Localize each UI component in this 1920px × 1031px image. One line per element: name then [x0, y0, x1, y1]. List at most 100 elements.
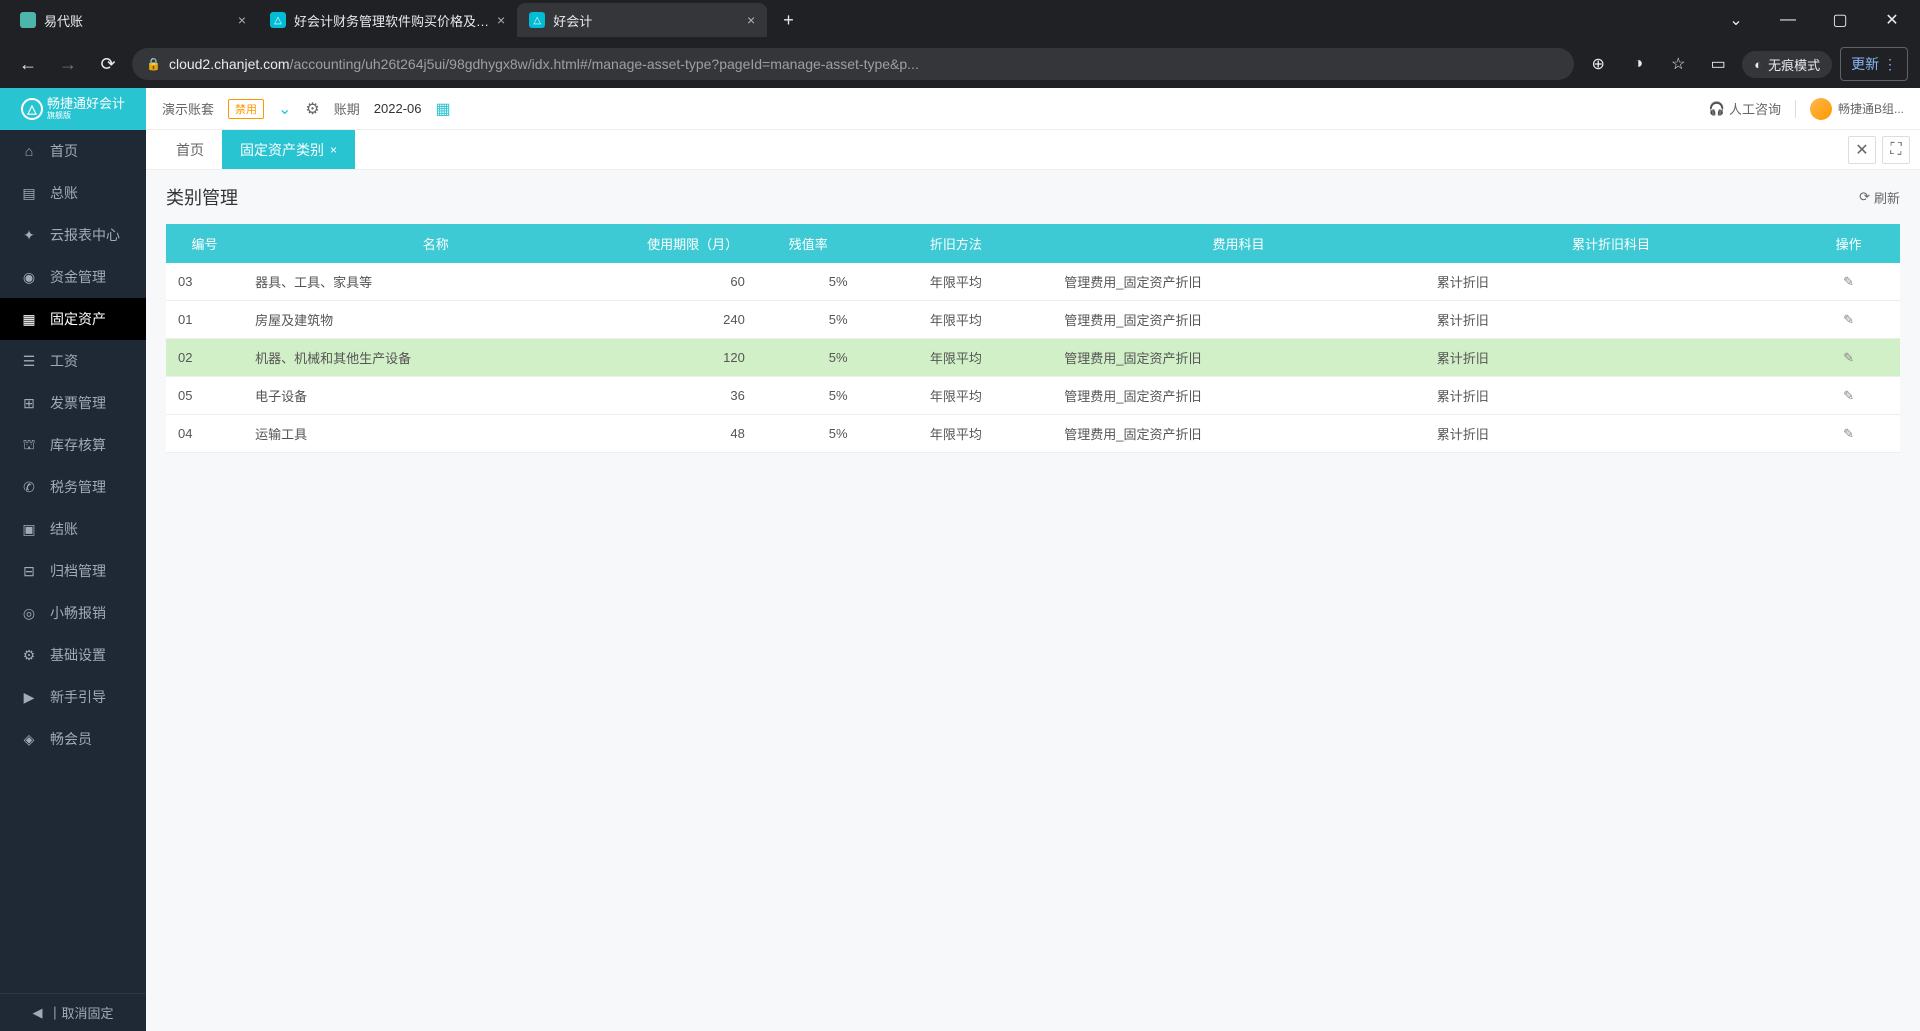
browser-tab-2[interactable]: △ 好会计 × — [517, 3, 767, 37]
sidebar-item-inventory[interactable]: ⛫库存核算 — [0, 424, 146, 466]
headset-icon: 🎧 — [1709, 101, 1725, 117]
refresh-button[interactable]: ⟳ 刷新 — [1859, 188, 1900, 207]
url-text: cloud2.chanjet.com/accounting/uh26t264j5… — [169, 56, 1560, 72]
th-method[interactable]: 折旧方法 — [860, 224, 1053, 263]
back-button[interactable]: ← — [12, 48, 44, 80]
cell-method: 年限平均 — [860, 415, 1053, 453]
browser-tab-0[interactable]: 易代账 × — [8, 3, 258, 37]
sidebar-item-salary[interactable]: ☰工资 — [0, 340, 146, 382]
tab-title: 易代账 — [44, 11, 230, 30]
th-rate[interactable]: 残值率 — [757, 224, 860, 263]
url-input[interactable]: 🔒 cloud2.chanjet.com/accounting/uh26t264… — [132, 48, 1574, 80]
close-all-tabs-button[interactable]: ✕ — [1848, 136, 1876, 164]
table-row[interactable]: 05 电子设备 36 5% 年限平均 管理费用_固定资产折旧 累计折旧 ✎ — [166, 377, 1900, 415]
edit-icon[interactable]: ✎ — [1843, 388, 1854, 403]
cell-method: 年限平均 — [860, 301, 1053, 339]
sidebar-item-close[interactable]: ▣结账 — [0, 508, 146, 550]
tab-favicon-icon: △ — [529, 12, 545, 28]
close-icon[interactable]: ✕ — [1868, 0, 1916, 40]
th-months[interactable]: 使用期限（月） — [628, 224, 756, 263]
content-tabs: 首页 固定资产类别 × ✕ ⛶ — [146, 130, 1920, 170]
cell-expense: 管理费用_固定资产折旧 — [1052, 377, 1424, 415]
tab-close-icon[interactable]: × — [497, 12, 505, 28]
cell-months: 60 — [628, 263, 756, 301]
invoice-icon: ⊞ — [20, 394, 38, 412]
th-expense[interactable]: 费用科目 — [1052, 224, 1424, 263]
sidebar-item-reports[interactable]: ✦云报表中心 — [0, 214, 146, 256]
browser-tab-1[interactable]: △ 好会计财务管理软件购买价格及… × — [258, 3, 517, 37]
th-name[interactable]: 名称 — [243, 224, 628, 263]
brand-icon: △ — [21, 98, 43, 120]
table-row[interactable]: 01 房屋及建筑物 240 5% 年限平均 管理费用_固定资产折旧 累计折旧 ✎ — [166, 301, 1900, 339]
incognito-icon: ◐ — [1754, 57, 1762, 72]
sidebar-item-invoice[interactable]: ⊞发票管理 — [0, 382, 146, 424]
cell-name: 房屋及建筑物 — [243, 301, 628, 339]
th-action[interactable]: 操作 — [1797, 224, 1900, 263]
tab-close-icon[interactable]: × — [747, 12, 755, 28]
page-title: 类别管理 — [166, 184, 238, 210]
calendar-icon[interactable]: ▦ — [436, 99, 451, 119]
pin-icon: ◀⎹ — [32, 1005, 55, 1021]
cell-code: 02 — [166, 339, 243, 377]
zoom-icon[interactable]: ⊕ — [1582, 48, 1614, 80]
account-dropdown[interactable]: ⌄ — [278, 99, 291, 119]
extensions-icon[interactable]: ◑ — [1622, 48, 1654, 80]
user-menu[interactable]: 畅捷通B组... — [1810, 98, 1904, 120]
sidebar-item-fixed-assets[interactable]: ▦固定资产 — [0, 298, 146, 340]
sidebar-item-funds[interactable]: ◉资金管理 — [0, 256, 146, 298]
cell-code: 04 — [166, 415, 243, 453]
edit-icon[interactable]: ✎ — [1843, 274, 1854, 289]
period-value[interactable]: 2022-06 — [374, 101, 422, 116]
cell-action: ✎ — [1797, 263, 1900, 301]
tab-close-icon[interactable]: × — [238, 12, 246, 28]
update-button[interactable]: 更新 ⋮ — [1840, 47, 1908, 81]
new-tab-button[interactable]: + — [775, 6, 802, 35]
cell-accum: 累计折旧 — [1425, 415, 1797, 453]
consult-button[interactable]: 🎧 人工咨询 — [1709, 99, 1781, 118]
sidebar: △ 畅捷通好会计 旗舰版 ⌂首页 ▤总账 ✦云报表中心 ◉资金管理 ▦固定资产 … — [0, 88, 146, 1031]
table-row[interactable]: 02 机器、机械和其他生产设备 120 5% 年限平均 管理费用_固定资产折旧 … — [166, 339, 1900, 377]
account-name[interactable]: 演示账套 — [162, 99, 214, 118]
sidebar-item-settings[interactable]: ⚙基础设置 — [0, 634, 146, 676]
edit-icon[interactable]: ✎ — [1843, 350, 1854, 365]
reload-button[interactable]: ⟳ — [92, 48, 124, 80]
reading-list-icon[interactable]: ▭ — [1702, 48, 1734, 80]
bookmark-icon[interactable]: ☆ — [1662, 48, 1694, 80]
th-code[interactable]: 编号 — [166, 224, 243, 263]
tab-close-icon[interactable]: × — [330, 143, 337, 157]
th-accum[interactable]: 累计折旧科目 — [1425, 224, 1797, 263]
home-icon: ⌂ — [20, 142, 38, 160]
cell-expense: 管理费用_固定资产折旧 — [1052, 301, 1424, 339]
table-header-row: 编号 名称 使用期限（月） 残值率 折旧方法 费用科目 累计折旧科目 操作 — [166, 224, 1900, 263]
header-bar: 演示账套 禁用 ⌄ ⚙ 账期 2022-06 ▦ 🎧 人工咨询 畅捷通B组... — [146, 88, 1920, 130]
cell-rate: 5% — [757, 263, 860, 301]
sidebar-item-tax[interactable]: ✆税务管理 — [0, 466, 146, 508]
sidebar-pin-toggle[interactable]: ◀⎹ 取消固定 — [0, 993, 146, 1031]
divider — [1795, 100, 1796, 118]
maximize-icon[interactable]: ▢ — [1816, 0, 1864, 40]
settings-gear-icon[interactable]: ⚙ — [305, 99, 319, 119]
table-row[interactable]: 03 器具、工具、家具等 60 5% 年限平均 管理费用_固定资产折旧 累计折旧… — [166, 263, 1900, 301]
tab-favicon-icon — [20, 12, 36, 28]
toolbar-icons: ⊕ ◑ ☆ ▭ ◐ 无痕模式 更新 ⋮ — [1582, 47, 1908, 81]
minimize-icon[interactable]: — — [1764, 0, 1812, 40]
sidebar-item-home[interactable]: ⌂首页 — [0, 130, 146, 172]
cell-months: 36 — [628, 377, 756, 415]
table-row[interactable]: 04 运输工具 48 5% 年限平均 管理费用_固定资产折旧 累计折旧 ✎ — [166, 415, 1900, 453]
cell-months: 240 — [628, 301, 756, 339]
sidebar-item-member[interactable]: ◈畅会员 — [0, 718, 146, 760]
sidebar-item-guide[interactable]: ▶新手引导 — [0, 676, 146, 718]
brand-logo[interactable]: △ 畅捷通好会计 旗舰版 — [0, 88, 146, 130]
tab-home[interactable]: 首页 — [158, 130, 222, 169]
sidebar-item-expense[interactable]: ◎小畅报销 — [0, 592, 146, 634]
forward-button[interactable]: → — [52, 48, 84, 80]
cell-name: 机器、机械和其他生产设备 — [243, 339, 628, 377]
fullscreen-button[interactable]: ⛶ — [1882, 136, 1910, 164]
chevron-down-icon[interactable]: ⌄ — [1712, 0, 1760, 40]
sidebar-item-archive[interactable]: ⊟归档管理 — [0, 550, 146, 592]
tab-asset-type[interactable]: 固定资产类别 × — [222, 130, 355, 169]
edit-icon[interactable]: ✎ — [1843, 426, 1854, 441]
edit-icon[interactable]: ✎ — [1843, 312, 1854, 327]
sidebar-item-ledger[interactable]: ▤总账 — [0, 172, 146, 214]
incognito-badge[interactable]: ◐ 无痕模式 — [1742, 51, 1832, 78]
